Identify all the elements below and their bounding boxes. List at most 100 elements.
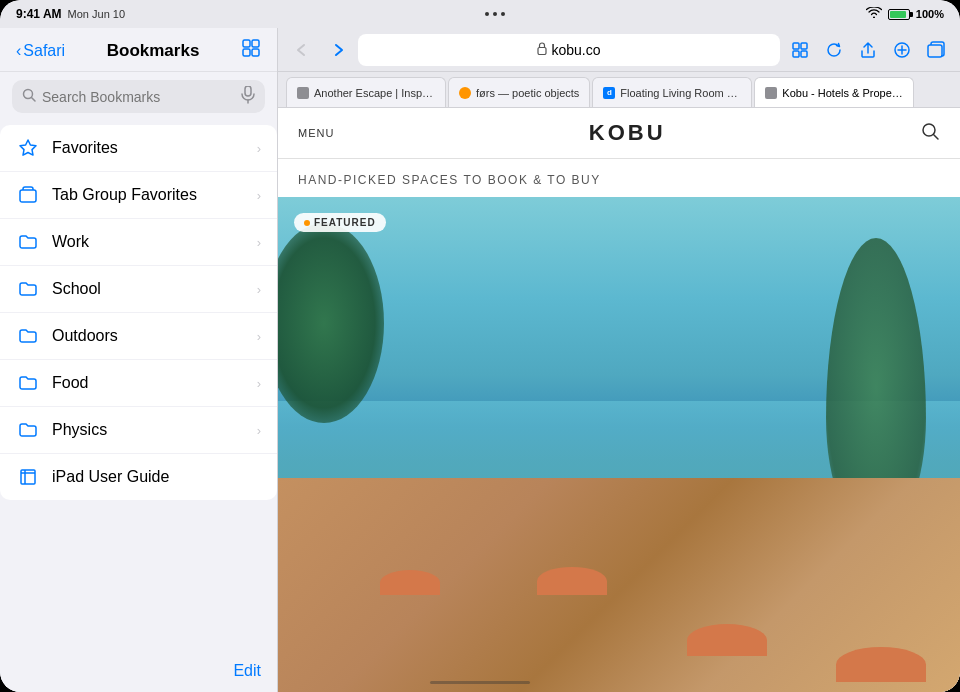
edit-button[interactable]: Edit xyxy=(233,662,261,680)
sidebar-view-toggle-button[interactable] xyxy=(241,38,261,63)
hero-tree1 xyxy=(278,223,384,423)
svg-rect-6 xyxy=(245,86,251,96)
sidebar-item-ipad-user-guide[interactable]: iPad User Guide xyxy=(0,454,277,500)
tab-group-favorites-label: Tab Group Favorites xyxy=(52,186,245,204)
tab-favicon-another-escape xyxy=(297,87,309,99)
new-tab-button[interactable] xyxy=(886,34,918,66)
url-display: kobu.co xyxy=(551,42,600,58)
forward-button[interactable] xyxy=(322,34,354,66)
sidebar-item-tab-group-favorites[interactable]: Tab Group Favorites › xyxy=(0,172,277,219)
svg-rect-13 xyxy=(801,51,807,57)
svg-rect-12 xyxy=(793,51,799,57)
dot3 xyxy=(501,12,505,16)
search-bar xyxy=(12,80,265,113)
physics-folder-icon xyxy=(16,418,40,442)
school-chevron-icon: › xyxy=(257,282,261,297)
sidebar-item-school[interactable]: School › xyxy=(0,266,277,313)
food-chevron-icon: › xyxy=(257,376,261,391)
kobu-page-header: MENU KOBU xyxy=(278,108,960,159)
kobu-tagline: HAND-PICKED SPACES TO BOOK & TO BUY xyxy=(278,159,960,197)
tab-favicon-floating: d xyxy=(603,87,615,99)
tab-favicon-kobu xyxy=(765,87,777,99)
hero-umbrella-2 xyxy=(537,567,607,595)
school-folder-icon xyxy=(16,277,40,301)
sidebar-item-outdoors[interactable]: Outdoors › xyxy=(0,313,277,360)
favorites-chevron-icon: › xyxy=(257,141,261,156)
sidebar-header: ‹ Safari Bookmarks xyxy=(0,28,277,72)
tab-label-fors: førs — poetic objects xyxy=(476,87,579,99)
status-bar-right: 100% xyxy=(866,7,944,21)
svg-rect-17 xyxy=(928,45,942,57)
tab-favicon-fors xyxy=(459,87,471,99)
svg-rect-10 xyxy=(793,43,799,49)
tabs-overview-button[interactable] xyxy=(920,34,952,66)
status-bar-left: 9:41 AM Mon Jun 10 xyxy=(16,7,125,21)
school-label: School xyxy=(52,280,245,298)
svg-line-19 xyxy=(933,134,938,139)
microphone-icon[interactable] xyxy=(241,86,255,107)
outdoors-chevron-icon: › xyxy=(257,329,261,344)
sidebar-item-physics[interactable]: Physics › xyxy=(0,407,277,454)
tab-label-floating: Floating Living Room Se... xyxy=(620,87,741,99)
featured-badge: FEATURED xyxy=(294,213,386,232)
battery-percentage: 100% xyxy=(916,8,944,20)
sidebar-title: Bookmarks xyxy=(73,41,233,61)
wifi-icon xyxy=(866,7,882,21)
work-label: Work xyxy=(52,233,245,251)
page-content: MENU KOBU HAND-PICKED SPACES TO BOOK & T… xyxy=(278,108,960,692)
tab-label-another-escape: Another Escape | Inspir... xyxy=(314,87,435,99)
physics-chevron-icon: › xyxy=(257,423,261,438)
search-icon xyxy=(22,88,36,105)
dot1 xyxy=(485,12,489,16)
status-bar: 9:41 AM Mon Jun 10 xyxy=(0,0,960,28)
search-bookmarks-input[interactable] xyxy=(42,89,235,105)
back-to-safari-button[interactable]: ‹ Safari xyxy=(16,42,65,60)
tab-kobu[interactable]: Kobu - Hotels & Propert... xyxy=(754,77,914,107)
hero-umbrella-1 xyxy=(380,570,440,595)
address-bar[interactable]: kobu.co xyxy=(358,34,780,66)
reload-button[interactable] xyxy=(818,34,850,66)
ipad-user-guide-label: iPad User Guide xyxy=(52,468,261,486)
sidebar-footer: Edit xyxy=(0,650,277,692)
svg-rect-8 xyxy=(20,190,36,202)
featured-label: FEATURED xyxy=(314,217,376,228)
bookmark-list: Favorites › Tab Group Favorites › xyxy=(0,121,277,650)
hero-umbrella-4 xyxy=(836,647,926,682)
back-chevron-icon: ‹ xyxy=(16,42,21,60)
hero-umbrella-3 xyxy=(687,624,767,656)
back-label[interactable]: Safari xyxy=(23,42,65,60)
toolbar-right xyxy=(784,34,952,66)
ipad-frame: 9:41 AM Mon Jun 10 xyxy=(0,0,960,692)
sidebar: ‹ Safari Bookmarks xyxy=(0,28,278,692)
kobu-search-icon[interactable] xyxy=(920,121,940,146)
tab-fors[interactable]: førs — poetic objects xyxy=(448,77,590,107)
sidebar-item-work[interactable]: Work › xyxy=(0,219,277,266)
favorites-label: Favorites xyxy=(52,139,245,157)
svg-rect-2 xyxy=(243,49,250,56)
sidebar-item-food[interactable]: Food › xyxy=(0,360,277,407)
outdoors-label: Outdoors xyxy=(52,327,245,345)
svg-rect-9 xyxy=(538,47,546,54)
food-folder-icon xyxy=(16,371,40,395)
outdoors-folder-icon xyxy=(16,324,40,348)
back-button[interactable] xyxy=(286,34,318,66)
svg-rect-11 xyxy=(801,43,807,49)
airdrop-button[interactable] xyxy=(784,34,816,66)
battery-icon xyxy=(888,8,910,20)
tab-label-kobu: Kobu - Hotels & Propert... xyxy=(782,87,903,99)
physics-label: Physics xyxy=(52,421,245,439)
lock-icon xyxy=(537,42,547,58)
share-button[interactable] xyxy=(852,34,884,66)
work-folder-icon xyxy=(16,230,40,254)
status-day: Mon Jun 10 xyxy=(68,8,125,20)
svg-line-5 xyxy=(32,98,36,102)
tab-floating-living[interactable]: d Floating Living Room Se... xyxy=(592,77,752,107)
status-time: 9:41 AM xyxy=(16,7,62,21)
kobu-hero-image: FEATURED xyxy=(278,197,960,692)
svg-rect-0 xyxy=(243,40,250,47)
tab-another-escape[interactable]: Another Escape | Inspir... xyxy=(286,77,446,107)
kobu-menu-label[interactable]: MENU xyxy=(298,127,334,139)
dot2 xyxy=(493,12,497,16)
sidebar-item-favorites[interactable]: Favorites › xyxy=(0,125,277,172)
kobu-logo: KOBU xyxy=(589,120,666,146)
